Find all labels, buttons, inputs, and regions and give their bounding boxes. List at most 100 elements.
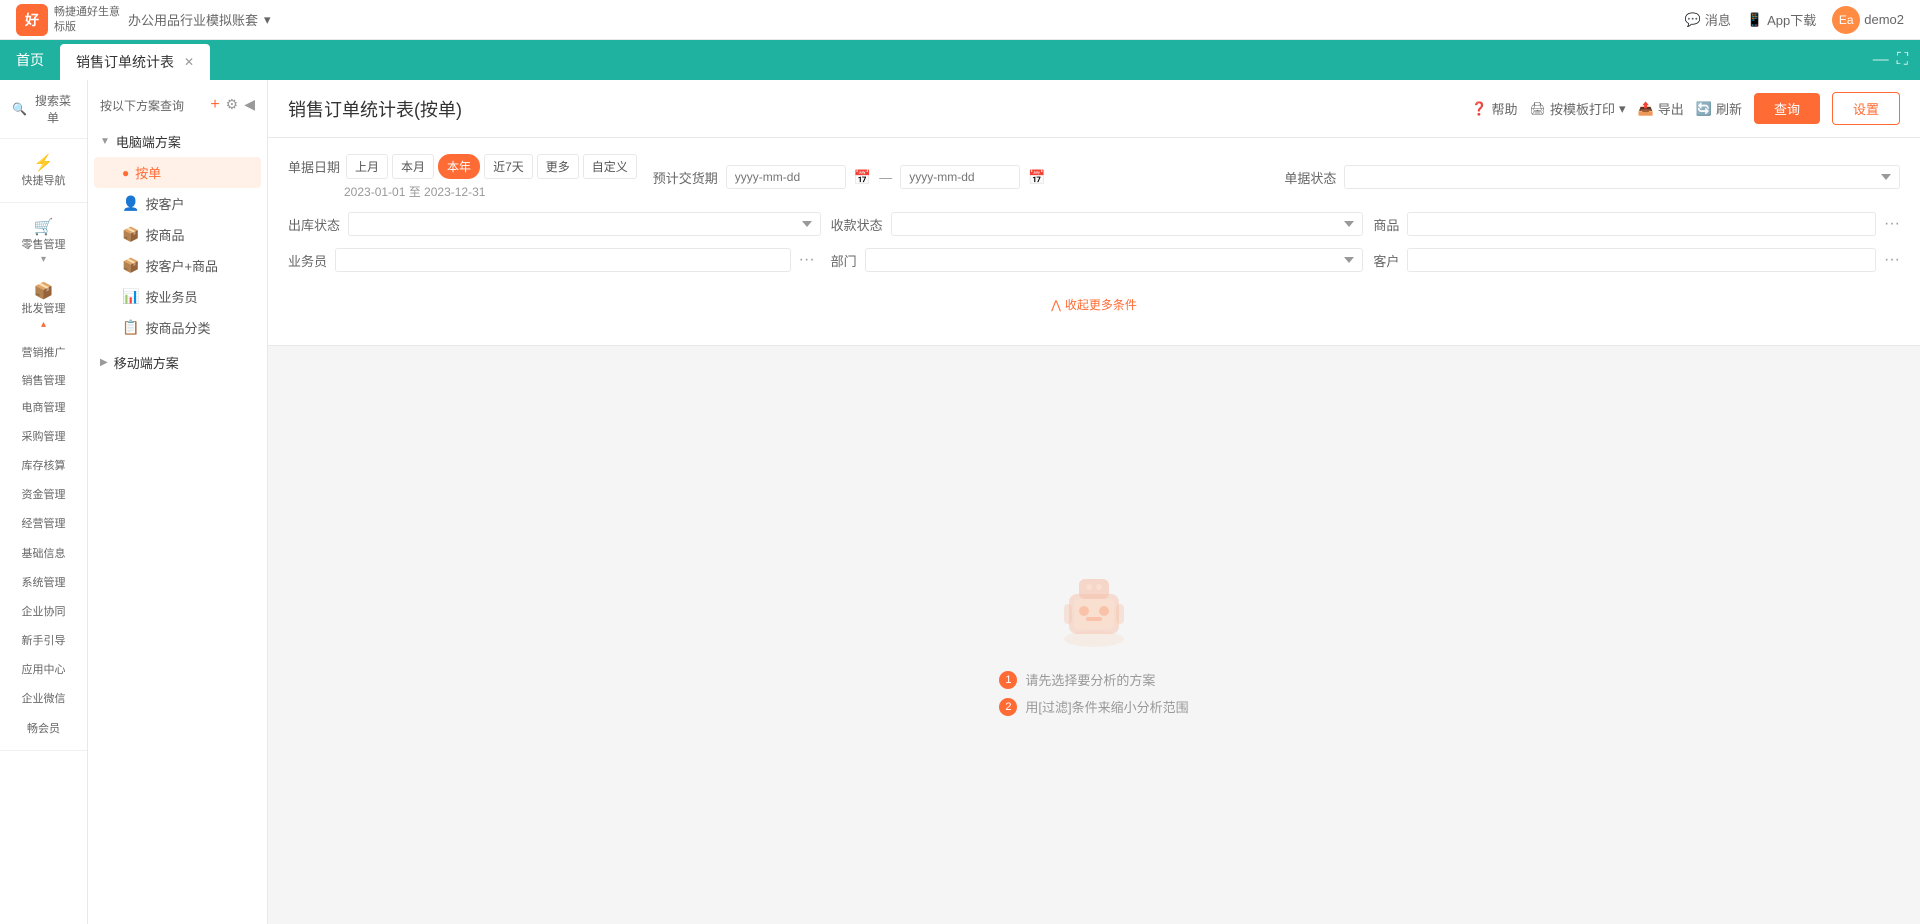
sidebar-item-inventory[interactable]: 库存核算 xyxy=(0,452,87,481)
sidebar-item-guide[interactable]: 新手引导 xyxy=(0,627,87,656)
customer-section: 客户 ··· xyxy=(1373,248,1900,272)
product-more-icon[interactable]: ··· xyxy=(1884,215,1900,233)
mobile-scheme-group: ▶ 移动端方案 xyxy=(88,347,267,378)
custom-btn[interactable]: 自定义 xyxy=(583,154,637,179)
settings-scheme-icon[interactable]: ⚙ xyxy=(226,96,239,114)
sidebar-item-base[interactable]: 基础信息 xyxy=(0,540,87,569)
department-select-wrapper xyxy=(865,248,1364,272)
refresh-button[interactable]: 🔄 刷新 xyxy=(1696,99,1742,118)
tree-item-by-product[interactable]: 📦 按商品 xyxy=(94,219,261,250)
filter-area: 单据日期 上月 本月 本年 近7天 更多 自定义 2023-01-01 至 20… xyxy=(268,138,1920,346)
mobile-group-arrow-icon: ▶ xyxy=(100,357,108,368)
payment-status-select[interactable] xyxy=(891,212,1364,236)
print-arrow-icon: ▾ xyxy=(1619,101,1626,117)
payment-status-section: 收款状态 ▾ xyxy=(831,212,1358,236)
delivery-status-section: 出库状态 ▾ xyxy=(288,212,815,236)
mobile-scheme-group-header[interactable]: ▶ 移动端方案 xyxy=(88,347,267,378)
empty-tips: 1 请先选择要分析的方案 2 用[过滤]条件来缩小分析范围 xyxy=(999,670,1188,716)
customer-input[interactable] xyxy=(1407,248,1876,272)
delivery-date-end-input[interactable] xyxy=(900,165,1020,189)
top-bar-left: 好 畅捷通好生意 标版 办公用品行业模拟账套 ▾ xyxy=(16,4,271,36)
calendar-end-icon[interactable]: 📅 xyxy=(1028,169,1045,186)
date-range-display: 2023-01-01 至 2023-12-31 xyxy=(288,183,637,200)
product-section: 商品 ··· xyxy=(1373,212,1900,236)
search-icon: 🔍 xyxy=(12,102,27,116)
export-icon: 📤 xyxy=(1638,101,1654,117)
calendar-start-icon[interactable]: 📅 xyxy=(854,169,871,186)
salesman-input[interactable] xyxy=(335,248,791,272)
pc-group-arrow-icon: ▼ xyxy=(100,136,110,147)
by-product-icon: 📦 xyxy=(122,226,139,243)
sidebar-item-system[interactable]: 系统管理 xyxy=(0,569,87,598)
search-menu-button[interactable]: 🔍 搜索菜单 xyxy=(8,88,79,130)
tab-sales-order-stats[interactable]: 销售订单统计表 ✕ xyxy=(60,44,210,80)
quick-nav-icon: ⚡ xyxy=(34,153,54,173)
settings-button[interactable]: 设置 xyxy=(1832,92,1900,125)
logo-text: 畅捷通好生意 标版 xyxy=(54,5,120,34)
order-status-select[interactable] xyxy=(1344,165,1900,189)
print-button[interactable]: 🖨 按模板打印 ▾ xyxy=(1530,99,1626,118)
user-menu[interactable]: Ea demo2 xyxy=(1832,6,1904,34)
download-icon: 📱 xyxy=(1747,12,1763,28)
help-button[interactable]: ❓ 帮助 xyxy=(1471,99,1517,118)
delivery-status-select[interactable] xyxy=(348,212,821,236)
message-button[interactable]: 💬 消息 xyxy=(1685,10,1731,29)
sidebar-item-wechat[interactable]: 企业微信 xyxy=(0,685,87,714)
tab-minimize-icon[interactable]: — xyxy=(1873,51,1889,69)
last-month-btn[interactable]: 上月 xyxy=(346,154,388,179)
add-scheme-button[interactable]: + xyxy=(210,96,219,114)
tree-item-by-category[interactable]: 📋 按商品分类 xyxy=(94,312,261,343)
collapse-panel-icon[interactable]: ◀ xyxy=(244,96,255,114)
customer-more-icon[interactable]: ··· xyxy=(1884,251,1900,269)
message-icon: 💬 xyxy=(1685,12,1701,28)
payment-status-select-wrapper xyxy=(891,212,1364,236)
sidebar-item-purchase[interactable]: 采购管理 xyxy=(0,423,87,452)
salesman-section: 业务员 ··· xyxy=(288,248,815,272)
sidebar-item-operation[interactable]: 经营管理 xyxy=(0,510,87,539)
tab-close-icon[interactable]: ✕ xyxy=(184,55,194,69)
pc-scheme-group-header[interactable]: ▼ 电脑端方案 xyxy=(88,126,267,157)
tab-home[interactable]: 首页 xyxy=(0,40,60,80)
tree-item-by-customer[interactable]: 👤 按客户 xyxy=(94,188,261,219)
by-salesman-icon: 📊 xyxy=(122,288,139,305)
order-status-select-wrapper xyxy=(1344,165,1900,189)
this-year-btn[interactable]: 本年 xyxy=(438,154,480,179)
department-select[interactable] xyxy=(865,248,1364,272)
sidebar-item-ecommerce[interactable]: 电商管理 xyxy=(0,394,87,423)
tab-bar-actions: — ⛶ xyxy=(1873,51,1920,69)
query-button[interactable]: 查询 xyxy=(1754,93,1820,124)
sidebar-item-sales[interactable]: 销售管理 xyxy=(0,366,87,394)
breadcrumb: 办公用品行业模拟账套 ▾ xyxy=(128,10,271,29)
page-title: 销售订单统计表(按单) xyxy=(288,96,462,122)
more-btn[interactable]: 更多 xyxy=(537,154,579,179)
last-7-days-btn[interactable]: 近7天 xyxy=(484,154,533,179)
pc-scheme-group: ▼ 电脑端方案 ● 按单 👤 按客户 📦 按商品 📦 按客户+商品 xyxy=(88,126,267,343)
date-filter-section: 单据日期 上月 本月 本年 近7天 更多 自定义 2023-01-01 至 20… xyxy=(288,154,637,200)
sidebar-nav-group-main: 🛒 零售管理 ▾ 📦 批发管理 ▴ 营销推广 销售管理 电商管理 采购管理 xyxy=(0,203,87,751)
tree-item-by-order[interactable]: ● 按单 xyxy=(94,157,261,188)
sidebar-item-wholesale[interactable]: 📦 批发管理 ▴ xyxy=(0,273,87,337)
export-button[interactable]: 📤 导出 xyxy=(1638,99,1684,118)
sidebar-item-finance[interactable]: 资金管理 xyxy=(0,481,87,510)
sidebar: 🔍 搜索菜单 ⚡ 快捷导航 🛒 零售管理 ▾ 📦 批发管理 ▴ 营销推广 xyxy=(0,80,88,924)
by-customer-icon: 👤 xyxy=(122,195,139,212)
sidebar-item-quick-nav[interactable]: ⚡ 快捷导航 xyxy=(0,145,87,196)
tab-expand-icon[interactable]: ⛶ xyxy=(1897,51,1908,69)
left-panel-header: 按以下方案查询 + ⚙ ◀ xyxy=(88,88,267,122)
by-category-icon: 📋 xyxy=(122,319,139,336)
sidebar-item-retail[interactable]: 🛒 零售管理 ▾ xyxy=(0,209,87,273)
collapse-button[interactable]: ⋀ 收起更多条件 xyxy=(1043,288,1145,321)
sidebar-item-member[interactable]: 畅会员 xyxy=(0,715,87,744)
app-download-button[interactable]: 📱 App下载 xyxy=(1747,10,1816,29)
sidebar-item-enterprise[interactable]: 企业协同 xyxy=(0,598,87,627)
order-status-section: 单据状态 xyxy=(1284,165,1900,189)
this-month-btn[interactable]: 本月 xyxy=(392,154,434,179)
tree-item-by-customer-product[interactable]: 📦 按客户+商品 xyxy=(94,250,261,281)
product-input[interactable] xyxy=(1407,212,1876,236)
left-panel: 按以下方案查询 + ⚙ ◀ ▼ 电脑端方案 ● 按单 👤 按客户 xyxy=(88,80,268,924)
salesman-more-icon[interactable]: ··· xyxy=(799,251,815,269)
sidebar-item-appcenter[interactable]: 应用中心 xyxy=(0,656,87,685)
delivery-date-start-input[interactable] xyxy=(726,165,846,189)
tree-item-by-salesman[interactable]: 📊 按业务员 xyxy=(94,281,261,312)
sidebar-item-marketing[interactable]: 营销推广 xyxy=(0,338,87,366)
